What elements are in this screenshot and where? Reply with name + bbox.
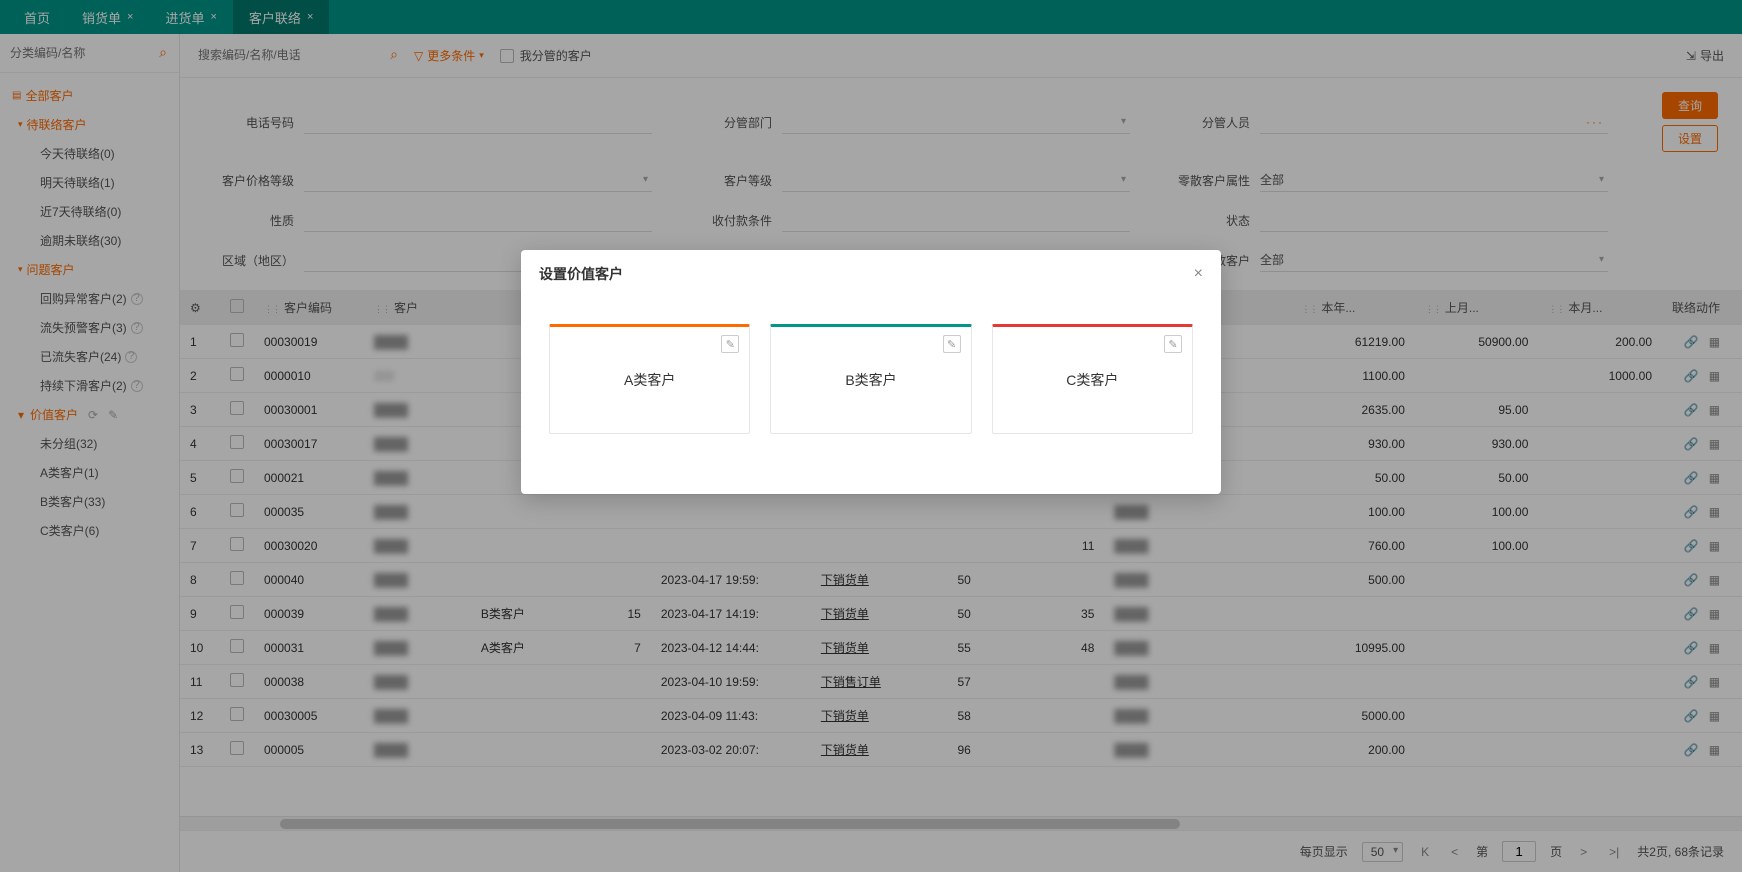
modal-header: 设置价值客户 × [521,250,1221,298]
close-icon[interactable]: × [1194,265,1203,283]
modal-body: ✎ A类客户 ✎ B类客户 ✎ C类客户 [521,298,1221,494]
edit-icon[interactable]: ✎ [943,335,961,353]
modal-overlay[interactable]: 设置价值客户 × ✎ A类客户 ✎ B类客户 ✎ C类客户 [0,0,1742,872]
edit-icon[interactable]: ✎ [1164,335,1182,353]
value-customer-modal: 设置价值客户 × ✎ A类客户 ✎ B类客户 ✎ C类客户 [521,250,1221,494]
value-card-b[interactable]: ✎ B类客户 [770,324,971,434]
value-card-a-label: A类客户 [624,370,675,390]
value-card-b-label: B类客户 [845,370,896,390]
value-card-a[interactable]: ✎ A类客户 [549,324,750,434]
value-card-c-label: C类客户 [1066,370,1118,390]
edit-icon[interactable]: ✎ [721,335,739,353]
value-card-c[interactable]: ✎ C类客户 [992,324,1193,434]
modal-title: 设置价值客户 [539,264,623,284]
